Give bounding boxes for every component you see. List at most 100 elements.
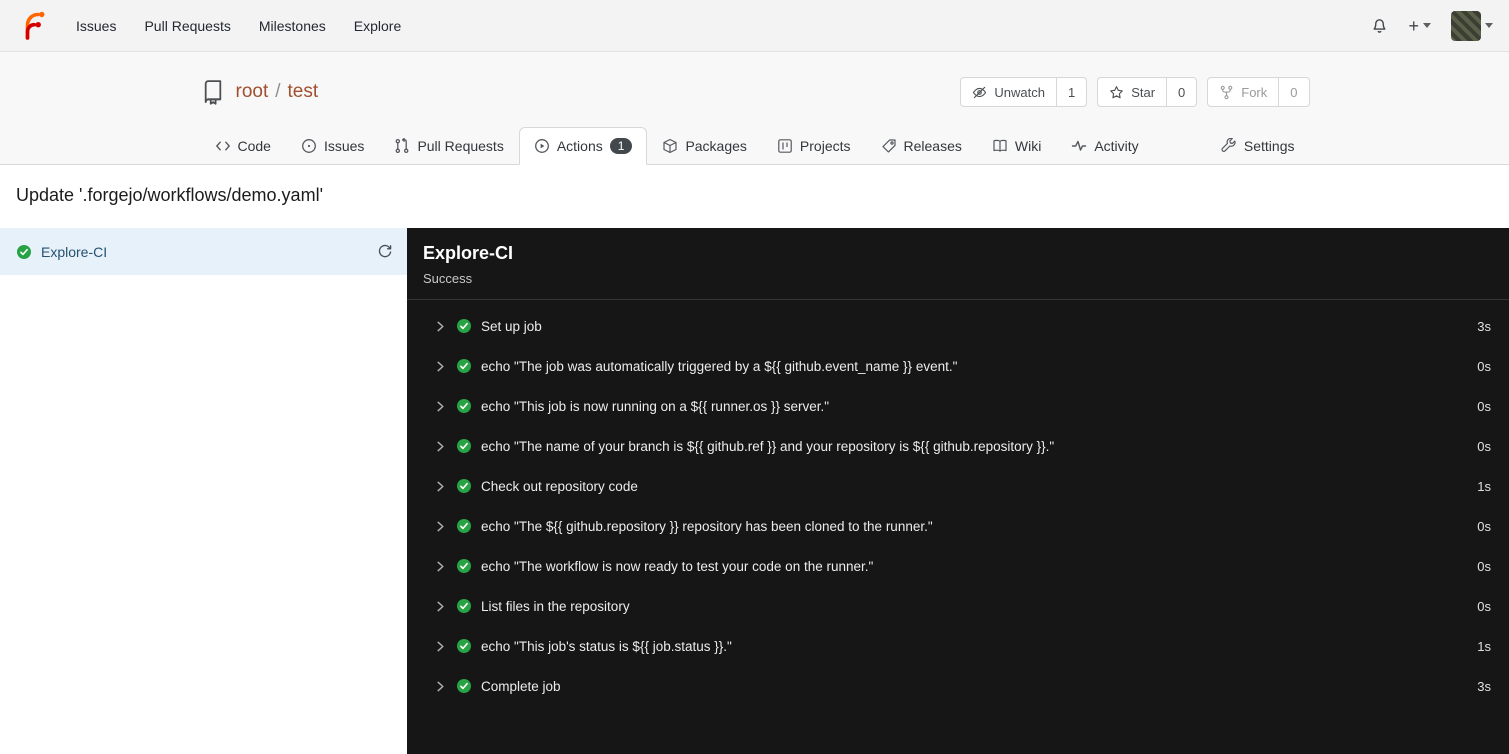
tab-releases[interactable]: Releases <box>866 127 977 165</box>
job-status-text: Success <box>423 271 473 286</box>
repo-owner-link[interactable]: root <box>236 81 269 103</box>
chevron-right-icon <box>434 520 447 533</box>
success-check-icon <box>456 318 472 334</box>
wrench-icon <box>1221 138 1236 152</box>
step-duration: 3s <box>1477 678 1491 694</box>
unwatch-button[interactable]: Unwatch <box>961 78 1056 106</box>
success-check-icon <box>456 438 472 454</box>
step-label: List files in the repository <box>481 598 630 614</box>
success-check-icon <box>456 558 472 574</box>
nav-item-explore[interactable]: Explore <box>340 9 415 43</box>
tab-label: Actions <box>556 138 603 154</box>
main-nav: Issues Pull Requests Milestones Explore <box>62 9 415 43</box>
fork-icon <box>1220 85 1233 99</box>
step-row[interactable]: Complete job 3s <box>407 666 1509 706</box>
eye-slash-icon <box>973 86 987 98</box>
tab-label: Projects <box>799 138 851 154</box>
code-icon <box>215 141 230 151</box>
chevron-right-icon <box>434 400 447 413</box>
tab-activity[interactable]: Activity <box>1056 127 1153 165</box>
step-duration: 0s <box>1477 438 1491 454</box>
user-avatar <box>1451 10 1481 41</box>
step-duration: 0s <box>1477 518 1491 534</box>
notifications-bell-icon[interactable] <box>1371 17 1388 34</box>
tab-label: Packages <box>685 138 747 154</box>
step-label: echo "The workflow is now ready to test … <box>481 558 874 574</box>
success-check-icon <box>456 598 472 614</box>
plus-icon: + <box>1408 15 1419 36</box>
tab-wiki[interactable]: Wiki <box>977 127 1056 165</box>
repo-action-buttons: Unwatch 1 Star 0 Fork 0 <box>960 77 1310 107</box>
nav-item-pull-requests[interactable]: Pull Requests <box>130 9 244 43</box>
step-row[interactable]: echo "The ${{ github.repository }} repos… <box>407 506 1509 546</box>
rerun-refresh-icon[interactable] <box>377 244 393 260</box>
repo-title-row: root / test Unwatch 1 Star 0 Fork 0 <box>200 74 1310 110</box>
step-label: Check out repository code <box>481 478 638 494</box>
tab-label: Wiki <box>1014 138 1042 154</box>
step-row[interactable]: echo "The workflow is now ready to test … <box>407 546 1509 586</box>
chevron-right-icon <box>434 480 447 493</box>
star-button[interactable]: Star <box>1098 78 1166 106</box>
step-label: echo "The name of your branch is ${{ git… <box>481 438 1055 454</box>
sidebar-job-explore-ci[interactable]: Explore-CI <box>0 228 407 275</box>
step-row[interactable]: List files in the repository 0s <box>407 586 1509 626</box>
step-duration: 3s <box>1477 318 1491 334</box>
tab-label: Pull Requests <box>417 138 504 154</box>
tab-settings[interactable]: Settings <box>1206 127 1310 165</box>
success-check-icon <box>456 398 472 414</box>
user-menu[interactable] <box>1451 10 1493 41</box>
star-button-group: Star 0 <box>1097 77 1198 107</box>
step-row[interactable]: echo "This job's status is ${{ job.statu… <box>407 626 1509 666</box>
fork-label: Fork <box>1241 84 1268 100</box>
step-row[interactable]: Set up job 3s <box>407 306 1509 346</box>
tab-issues[interactable]: Issues <box>286 127 379 165</box>
tab-label: Releases <box>903 138 962 154</box>
fork-button[interactable]: Fork <box>1208 78 1278 106</box>
chevron-right-icon <box>434 320 447 333</box>
nav-item-issues[interactable]: Issues <box>62 9 130 43</box>
forgejo-logo[interactable] <box>16 10 48 42</box>
step-row[interactable]: echo "This job is now running on a ${{ r… <box>407 386 1509 426</box>
step-row[interactable]: Check out repository code 1s <box>407 466 1509 506</box>
nav-item-milestones[interactable]: Milestones <box>245 9 340 43</box>
watch-count[interactable]: 1 <box>1055 78 1086 106</box>
step-duration: 0s <box>1477 398 1491 414</box>
step-label: echo "The job was automatically triggere… <box>481 358 958 374</box>
jobs-sidebar: Explore-CI <box>0 228 407 754</box>
tab-packages[interactable]: Packages <box>647 127 761 165</box>
create-new-button[interactable]: + <box>1408 17 1431 35</box>
success-check-icon <box>456 638 472 654</box>
success-check-icon <box>456 478 472 494</box>
chevron-right-icon <box>434 640 447 653</box>
actions-count-badge: 1 <box>609 138 633 154</box>
success-check-icon <box>456 678 472 694</box>
repo-separator: / <box>275 81 281 102</box>
repo-name-link[interactable]: test <box>288 81 319 103</box>
step-row[interactable]: echo "The name of your branch is ${{ git… <box>407 426 1509 466</box>
repo-header: root / test Unwatch 1 Star 0 Fork 0 Code… <box>0 52 1509 165</box>
tab-code[interactable]: Code <box>200 127 286 165</box>
fork-count[interactable]: 0 <box>1278 78 1308 106</box>
steps-list: Set up job 3s echo "The job was automati… <box>407 300 1509 706</box>
tab-label: Settings <box>1243 138 1295 154</box>
star-label: Star <box>1131 84 1156 100</box>
chevron-right-icon <box>434 600 447 613</box>
tab-projects[interactable]: Projects <box>762 127 866 165</box>
repo-tabs: Code Issues Pull Requests Actions 1 Pack… <box>200 127 1310 165</box>
step-row[interactable]: echo "The job was automatically triggere… <box>407 346 1509 386</box>
tab-pull-requests[interactable]: Pull Requests <box>379 127 518 165</box>
tab-actions[interactable]: Actions 1 <box>518 127 648 165</box>
pull-request-icon <box>395 138 409 154</box>
repo-icon <box>200 79 226 105</box>
pulse-icon <box>1072 140 1087 151</box>
star-count[interactable]: 0 <box>1166 78 1196 106</box>
step-label: Set up job <box>481 318 542 334</box>
step-duration: 0s <box>1477 598 1491 614</box>
step-duration: 0s <box>1477 358 1491 374</box>
step-label: echo "This job is now running on a ${{ r… <box>481 398 830 414</box>
step-duration: 1s <box>1477 478 1491 494</box>
top-navbar: Issues Pull Requests Milestones Explore … <box>0 0 1509 52</box>
watch-button-group: Unwatch 1 <box>960 77 1088 107</box>
job-label: Explore-CI <box>41 243 108 260</box>
chevron-down-icon <box>1485 23 1493 28</box>
